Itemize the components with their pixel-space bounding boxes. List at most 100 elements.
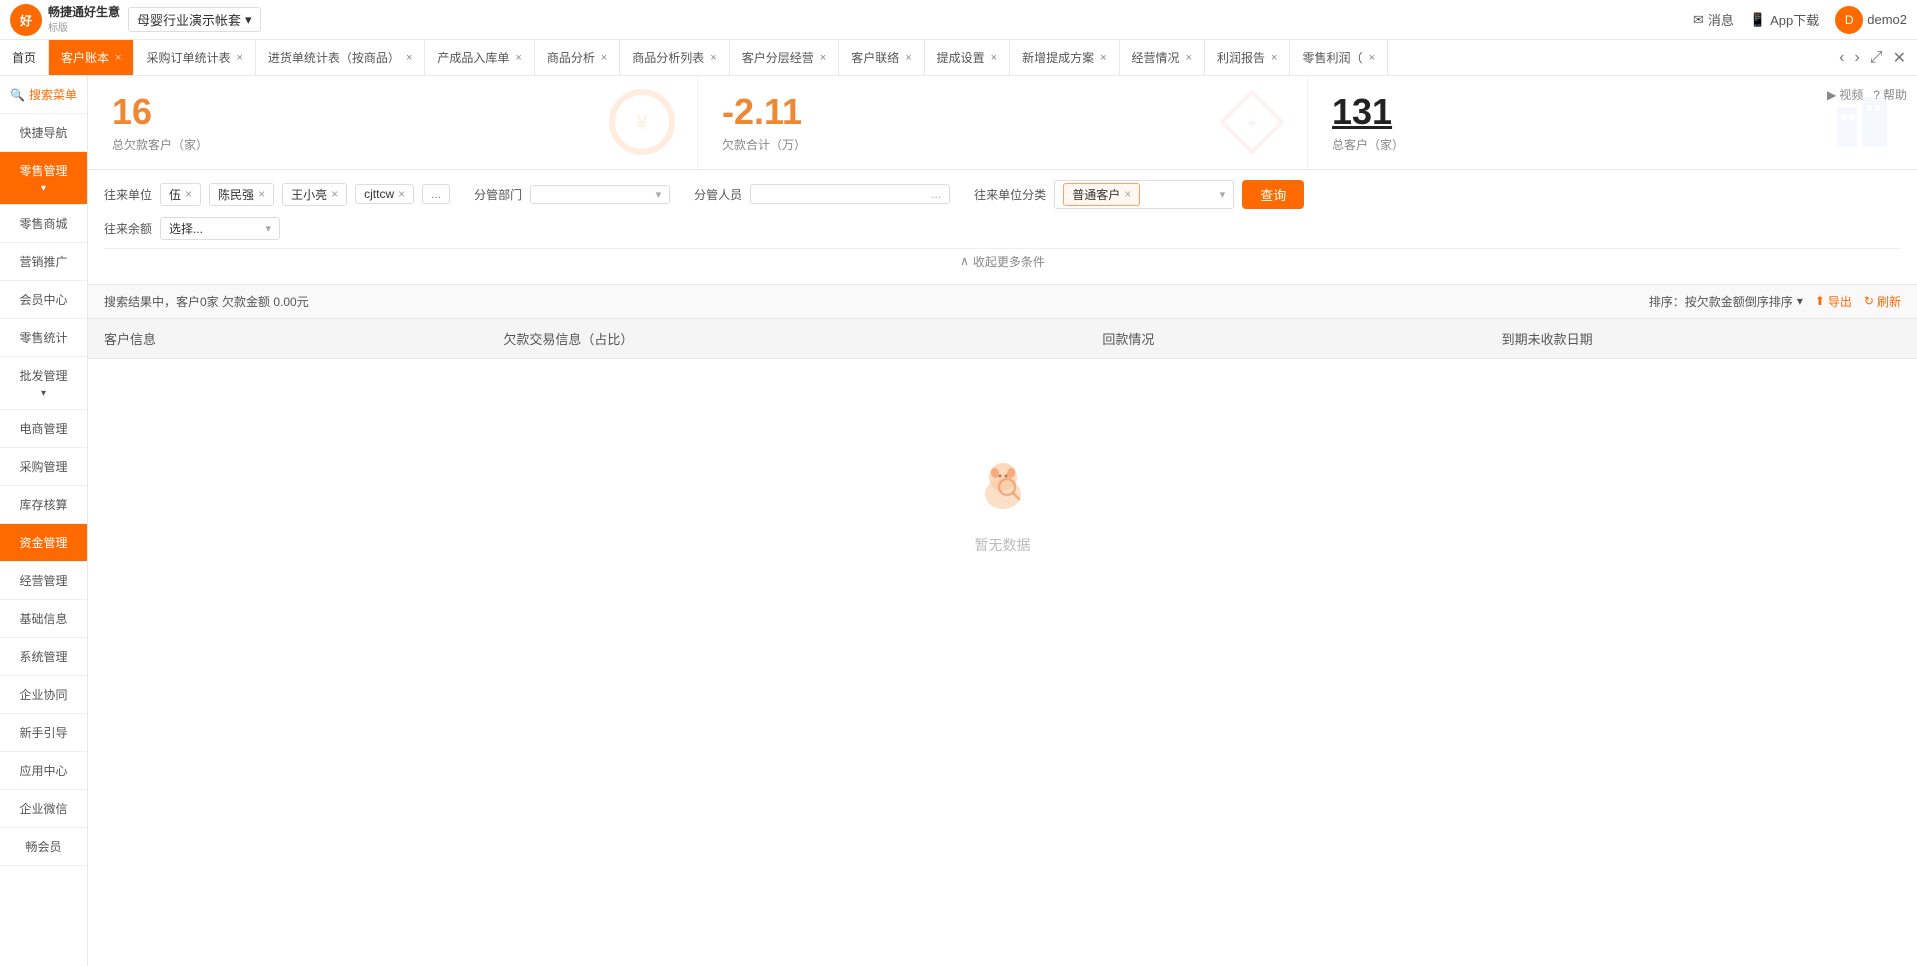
tab-goods-analysis-list[interactable]: 商品分析列表 × (620, 40, 729, 76)
tab-customer-contact-close[interactable]: × (905, 52, 911, 64)
store-name: 母婴行业演示帐套 (137, 10, 241, 29)
video-button[interactable]: ▶ 视频 (1827, 86, 1863, 103)
sidebar-item-sys-mgmt[interactable]: 系统管理 (0, 638, 87, 676)
person-select[interactable]: ... (750, 184, 950, 204)
help-button[interactable]: ? 帮助 (1873, 86, 1907, 103)
export-button[interactable]: ⬆ 导出 (1815, 293, 1852, 310)
tab-customer-book-close[interactable]: × (115, 52, 121, 64)
filter-tag-wang[interactable]: 王小亮 × (282, 183, 347, 206)
tab-goods-analysis-close[interactable]: × (601, 52, 607, 64)
filter-tag-chen[interactable]: 陈民强 × (209, 183, 274, 206)
sidebar-search[interactable]: 🔍 搜索菜单 (0, 76, 87, 114)
app-download-button[interactable]: 📱 App下载 (1750, 10, 1819, 29)
tab-profit-report-close[interactable]: × (1271, 52, 1277, 64)
export-icon: ⬆ (1815, 294, 1825, 308)
sidebar-item-inventory[interactable]: 库存核算 (0, 486, 87, 524)
sidebar-item-enterprise-wx-label: 企业微信 (19, 800, 67, 817)
filter-tag-wu-close[interactable]: × (185, 187, 192, 201)
filter-tag-chen-close[interactable]: × (258, 187, 265, 201)
sidebar-item-enterprise-coop[interactable]: 企业协同 (0, 676, 87, 714)
tab-close-all[interactable]: ✕ (1890, 48, 1909, 68)
filter-tag-chen-text: 陈民强 (218, 186, 254, 203)
unit-class-tag[interactable]: 普通客户 × (1063, 183, 1140, 206)
refresh-button[interactable]: ↻ 刷新 (1864, 293, 1901, 310)
tab-home[interactable]: 首页 (0, 40, 49, 76)
filter-tag-cj[interactable]: cjttcw × (355, 184, 414, 204)
sidebar-item-wholesale-label: 批发管理 (19, 367, 67, 384)
tab-new-promotion[interactable]: 新增提成方案 × (1010, 40, 1119, 76)
search-button[interactable]: 查询 (1242, 180, 1304, 209)
collapse-row[interactable]: ∧ 收起更多条件 (104, 248, 1901, 274)
sidebar-item-wholesale[interactable]: 批发管理 ▾ (0, 357, 87, 410)
tab-customer-segment[interactable]: 客户分层经营 × (730, 40, 839, 76)
tab-scroll-right[interactable]: › (1851, 49, 1862, 67)
tab-biz-situation-close[interactable]: × (1186, 52, 1192, 64)
sidebar-quick-nav[interactable]: 快捷导航 (0, 114, 87, 152)
message-button[interactable]: ✉ 消息 (1693, 10, 1734, 29)
tab-production-in-close[interactable]: × (515, 52, 521, 64)
stat-customers: ¥ 16 总欠款客户（家） (88, 76, 698, 169)
filter-tag-wang-close[interactable]: × (331, 187, 338, 201)
stats-row: ¥ 16 总欠款客户（家） ✦ -2.11 欠款合计（万） (88, 76, 1917, 170)
logo: 好 畅捷通好生意 标版 (10, 4, 120, 36)
sidebar-item-inventory-label: 库存核算 (19, 496, 67, 513)
sidebar-item-newbie[interactable]: 新手引导 (0, 714, 87, 752)
tab-new-promotion-close[interactable]: × (1100, 52, 1106, 64)
stat-arrears: ✦ -2.11 欠款合计（万） (698, 76, 1308, 169)
unit-class-label: 往来单位分类 (974, 186, 1046, 203)
filter-tag-cj-close[interactable]: × (398, 187, 405, 201)
tab-customer-book[interactable]: 客户账本 × (49, 40, 134, 76)
sidebar-item-app-center-label: 应用中心 (19, 762, 67, 779)
tab-promotion-settings-close[interactable]: × (991, 52, 997, 64)
store-selector[interactable]: 母婴行业演示帐套 ▾ (128, 7, 261, 32)
sidebar-item-retail-mgmt[interactable]: 零售管理 ▾ (0, 152, 87, 205)
sidebar-item-ecommerce[interactable]: 电商管理 (0, 410, 87, 448)
sidebar-item-finance[interactable]: 资金管理 (0, 524, 87, 562)
balance-select[interactable]: 选择... ▾ (160, 217, 280, 240)
sidebar-item-app-center[interactable]: 应用中心 (0, 752, 87, 790)
sidebar-item-vip-member[interactable]: 畅会员 (0, 828, 87, 866)
sidebar-item-member-center[interactable]: 会员中心 (0, 281, 87, 319)
sidebar-item-retail-mall[interactable]: 零售商城 (0, 205, 87, 243)
unit-class-tag-text: 普通客户 (1072, 186, 1120, 203)
filter-tag-wu[interactable]: 伍 × (160, 183, 201, 206)
tab-purchase-stats-close[interactable]: × (406, 52, 412, 64)
tab-goods-analysis[interactable]: 商品分析 × (535, 40, 620, 76)
person-dots[interactable]: ... (931, 187, 941, 201)
balance-placeholder: 选择... (169, 220, 203, 237)
tab-profit-report[interactable]: 利润报告 × (1205, 40, 1290, 76)
results-right: 排序：按欠款金额倒序排序 ▾ ⬆ 导出 ↻ 刷新 (1649, 293, 1901, 310)
tab-goods-analysis-list-close[interactable]: × (710, 52, 716, 64)
sidebar-item-marketing[interactable]: 营销推广 (0, 243, 87, 281)
col-payment-status: 回款情况 (1102, 329, 1501, 348)
svg-text:¥: ¥ (635, 112, 648, 134)
sidebar-item-enterprise-wx[interactable]: 企业微信 (0, 790, 87, 828)
tab-purchase-stats[interactable]: 进货单统计表（按商品） × (256, 40, 425, 76)
tab-biz-situation[interactable]: 经营情况 × (1120, 40, 1205, 76)
username: demo2 (1867, 12, 1907, 27)
tab-retail-profit-close[interactable]: × (1368, 52, 1374, 64)
balance-chevron-icon: ▾ (265, 222, 271, 235)
logo-svg: 好 (16, 10, 36, 30)
tab-customer-segment-close[interactable]: × (820, 52, 826, 64)
sidebar-item-purchase[interactable]: 采购管理 (0, 448, 87, 486)
tab-scroll-left[interactable]: ‹ (1836, 49, 1847, 67)
balance-label: 往来余额 (104, 220, 152, 237)
user-menu[interactable]: D demo2 (1835, 6, 1907, 34)
tab-purchase-order[interactable]: 采购订单统计表 × (134, 40, 255, 76)
phone-icon: 📱 (1750, 12, 1766, 28)
unit-class-tag-close[interactable]: × (1124, 187, 1131, 201)
unit-class-select[interactable]: 普通客户 × ▾ (1054, 180, 1234, 209)
sidebar-item-basic-info[interactable]: 基础信息 (0, 600, 87, 638)
tab-purchase-order-close[interactable]: × (236, 52, 242, 64)
tab-promotion-settings[interactable]: 提成设置 × (925, 40, 1010, 76)
filter-more-tags[interactable]: ... (422, 184, 450, 204)
tab-customer-contact[interactable]: 客户联络 × (839, 40, 924, 76)
sidebar-item-retail-stats[interactable]: 零售统计 (0, 319, 87, 357)
tab-expand[interactable]: ⤢ (1867, 49, 1886, 67)
dept-select[interactable]: ▾ (530, 185, 670, 204)
tab-retail-profit[interactable]: 零售利润（ × (1290, 40, 1387, 76)
tab-production-in[interactable]: 产成品入库单 × (425, 40, 534, 76)
sidebar-item-operations[interactable]: 经营管理 (0, 562, 87, 600)
sort-button[interactable]: 排序：按欠款金额倒序排序 ▾ (1649, 293, 1803, 310)
